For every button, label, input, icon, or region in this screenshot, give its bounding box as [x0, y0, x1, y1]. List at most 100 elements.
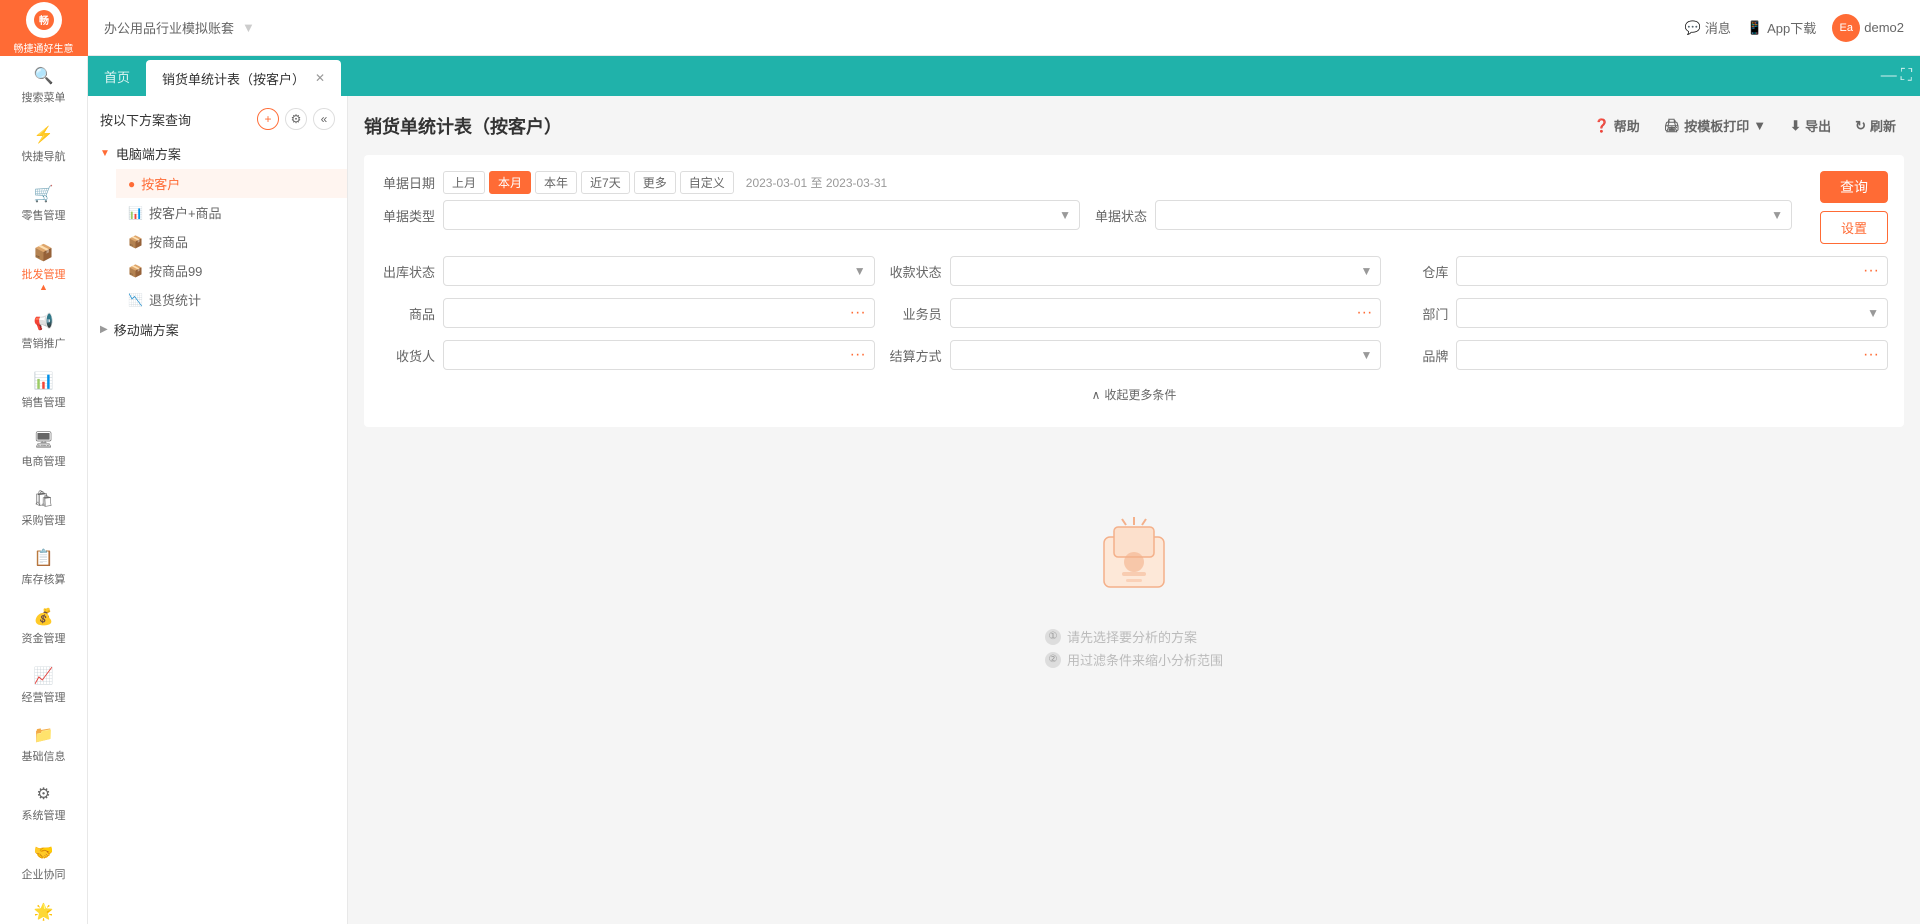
date-last-7[interactable]: 近7天 [581, 171, 630, 194]
sidebar-item-retail[interactable]: 🛒 零售管理 [0, 174, 87, 233]
sidebar-item-inventory[interactable]: 📋 库存核算 [0, 538, 87, 597]
operation-icon: 📈 [34, 666, 54, 686]
add-scheme-btn[interactable]: + [257, 108, 279, 130]
maximize-icon[interactable]: ⛶ [1901, 67, 1912, 85]
app-download-btn[interactable]: 📱 App下载 [1747, 18, 1816, 37]
left-panel-title: 按以下方案查询 [100, 110, 191, 129]
by-customer-goods-icon: 📊 [128, 206, 143, 220]
dept-label: 部门 [1393, 304, 1448, 323]
date-range-text: 2023-03-01 至 2023-03-31 [746, 174, 887, 191]
brand-select[interactable]: ··· [1456, 340, 1888, 370]
tree-sub-by-customer[interactable]: ● 按客户 [116, 169, 347, 198]
message-btn[interactable]: 💬 消息 [1685, 18, 1731, 37]
date-this-year[interactable]: 本年 [535, 171, 577, 194]
type-select[interactable]: ▼ [443, 200, 1080, 230]
sidebar-item-basic[interactable]: 📁 基础信息 [0, 715, 87, 774]
refresh-icon: ↻ [1855, 118, 1866, 134]
date-custom[interactable]: 自定义 [680, 171, 734, 194]
help-btn[interactable]: ❓ 帮助 [1586, 112, 1648, 139]
date-label: 单据日期 [380, 173, 435, 192]
user-profile[interactable]: Ea demo2 [1832, 14, 1904, 42]
by-goods-label: 按商品 [149, 232, 188, 251]
filter-area: 单据日期 上月 本月 本年 近7天 更多 自定义 2023-03-01 至 20… [364, 155, 1904, 427]
sidebar-item-purchase[interactable]: 🛍 采购管理 [0, 479, 87, 538]
download-icon: 📱 [1747, 20, 1763, 36]
wholesale-icon: 📦 [34, 243, 54, 263]
finance-icon: 💰 [34, 607, 54, 627]
tab-close-icon[interactable]: ✕ [315, 71, 325, 85]
return-stat-icon: 📉 [128, 293, 143, 307]
sidebar-item-system[interactable]: ⚙ 系统管理 [0, 774, 87, 833]
system-icon: ⚙ [36, 784, 50, 804]
warehouse-dots[interactable]: ··· [1863, 262, 1879, 280]
dept-select[interactable]: ▼ [1456, 298, 1888, 328]
sidebar-item-sales[interactable]: 📊 销售管理 [0, 361, 87, 420]
tree-arrow-desktop: ▼ [100, 148, 110, 159]
tree-arrow-mobile: ▶ [100, 324, 108, 335]
date-more[interactable]: 更多 [634, 171, 676, 194]
by-customer-goods-label: 按客户+商品 [149, 203, 222, 222]
tab-home[interactable]: 首页 [88, 56, 146, 96]
tree-sub-by-goods-99[interactable]: 📦 按商品99 [116, 256, 347, 285]
username: demo2 [1864, 20, 1904, 35]
sidebar: 畅 畅捷通好生意 🔍 搜索菜单 ⚡ 快捷导航 🛒 零售管理 📦 批发管理 ▲ 📢… [0, 0, 88, 924]
page-title-text: 销货单统计表（按客户） [364, 113, 562, 139]
sidebar-item-finance[interactable]: 💰 资金管理 [0, 597, 87, 656]
sidebar-item-newbie[interactable]: 🌟 新手引导 [0, 892, 87, 924]
export-btn[interactable]: ⬇ 导出 [1782, 112, 1839, 139]
sidebar-logo: 畅 畅捷通好生意 [0, 0, 88, 56]
sidebar-item-search[interactable]: 🔍 搜索菜单 [0, 56, 87, 115]
sidebar-item-enterprise[interactable]: 🤝 企业协同 [0, 833, 87, 892]
page-title-row: 销货单统计表（按客户） ❓ 帮助 🖨 按模板打印 ▼ ⬇ 导出 [364, 112, 1904, 139]
collapse-btn[interactable]: ∧ 收起更多条件 [380, 378, 1888, 411]
tree-sub-return-stat[interactable]: 📉 退货统计 [116, 285, 347, 314]
warehouse-select[interactable]: ··· [1456, 256, 1888, 286]
receiver-dots[interactable]: ··· [850, 346, 866, 364]
status-select[interactable]: ▼ [1155, 200, 1792, 230]
main-area: 办公用品行业模拟账套 ▼ 💬 消息 📱 App下载 Ea demo2 首页 销货… [88, 0, 1920, 924]
goods-dots[interactable]: ··· [850, 304, 866, 322]
page-actions: ❓ 帮助 🖨 按模板打印 ▼ ⬇ 导出 ↻ 刷新 [1586, 112, 1904, 139]
sidebar-item-marketing[interactable]: 📢 营销推广 [0, 302, 87, 361]
tab-sales-stat[interactable]: 销货单统计表（按客户） ✕ [146, 60, 341, 96]
collapse-panel-btn[interactable]: « [313, 108, 335, 130]
message-label: 消息 [1705, 18, 1731, 37]
receiver-select[interactable]: ··· [443, 340, 875, 370]
sales-icon: 📊 [34, 371, 54, 391]
sidebar-item-quick-nav[interactable]: ⚡ 快捷导航 [0, 115, 87, 174]
settings-button[interactable]: 设置 [1820, 211, 1888, 244]
out-status-select[interactable]: ▼ [443, 256, 875, 286]
sidebar-item-ecommerce[interactable]: 🖥 电商管理 [0, 420, 87, 479]
date-buttons: 上月 本月 本年 近7天 更多 自定义 2023-03-01 至 2023-03… [443, 171, 887, 194]
date-this-month[interactable]: 本月 [489, 171, 531, 194]
collect-status-select[interactable]: ▼ [950, 256, 1382, 286]
refresh-btn[interactable]: ↻ 刷新 [1847, 112, 1904, 139]
staff-select[interactable]: ··· [950, 298, 1382, 328]
print-btn[interactable]: 🖨 按模板打印 ▼ [1656, 112, 1774, 139]
tab-home-label: 首页 [104, 67, 130, 86]
date-last-month[interactable]: 上月 [443, 171, 485, 194]
sidebar-item-operation[interactable]: 📈 经营管理 [0, 656, 87, 715]
tree-sub-desktop: ● 按客户 📊 按客户+商品 📦 按商品 📦 按商品99 📉 退货统 [88, 169, 347, 314]
settlement-select[interactable]: ▼ [950, 340, 1382, 370]
print-label: 按模板打印 [1684, 116, 1749, 135]
tree-item-desktop[interactable]: ▼ 电脑端方案 [88, 138, 347, 169]
basic-icon: 📁 [34, 725, 54, 745]
minimize-icon[interactable]: — [1881, 67, 1897, 85]
goods-select[interactable]: ··· [443, 298, 875, 328]
brand-dots[interactable]: ··· [1863, 346, 1879, 364]
left-panel-header: 按以下方案查询 + ⚙ « [88, 108, 347, 138]
staff-label: 业务员 [887, 304, 942, 323]
staff-dots[interactable]: ··· [1356, 304, 1372, 322]
quick-nav-icon: ⚡ [34, 125, 54, 145]
tree-item-mobile[interactable]: ▶ 移动端方案 [88, 314, 347, 345]
sidebar-item-label: 搜索菜单 [22, 89, 66, 105]
type-label: 单据类型 [380, 206, 435, 225]
settings-scheme-btn[interactable]: ⚙ [285, 108, 307, 130]
by-goods-icon: 📦 [128, 235, 143, 249]
tree-sub-by-goods[interactable]: 📦 按商品 [116, 227, 347, 256]
tree-sub-by-customer-goods[interactable]: 📊 按客户+商品 [116, 198, 347, 227]
query-button[interactable]: 查询 [1820, 171, 1888, 203]
sidebar-item-wholesale[interactable]: 📦 批发管理 ▲ [0, 233, 87, 302]
empty-icon [1084, 507, 1184, 607]
